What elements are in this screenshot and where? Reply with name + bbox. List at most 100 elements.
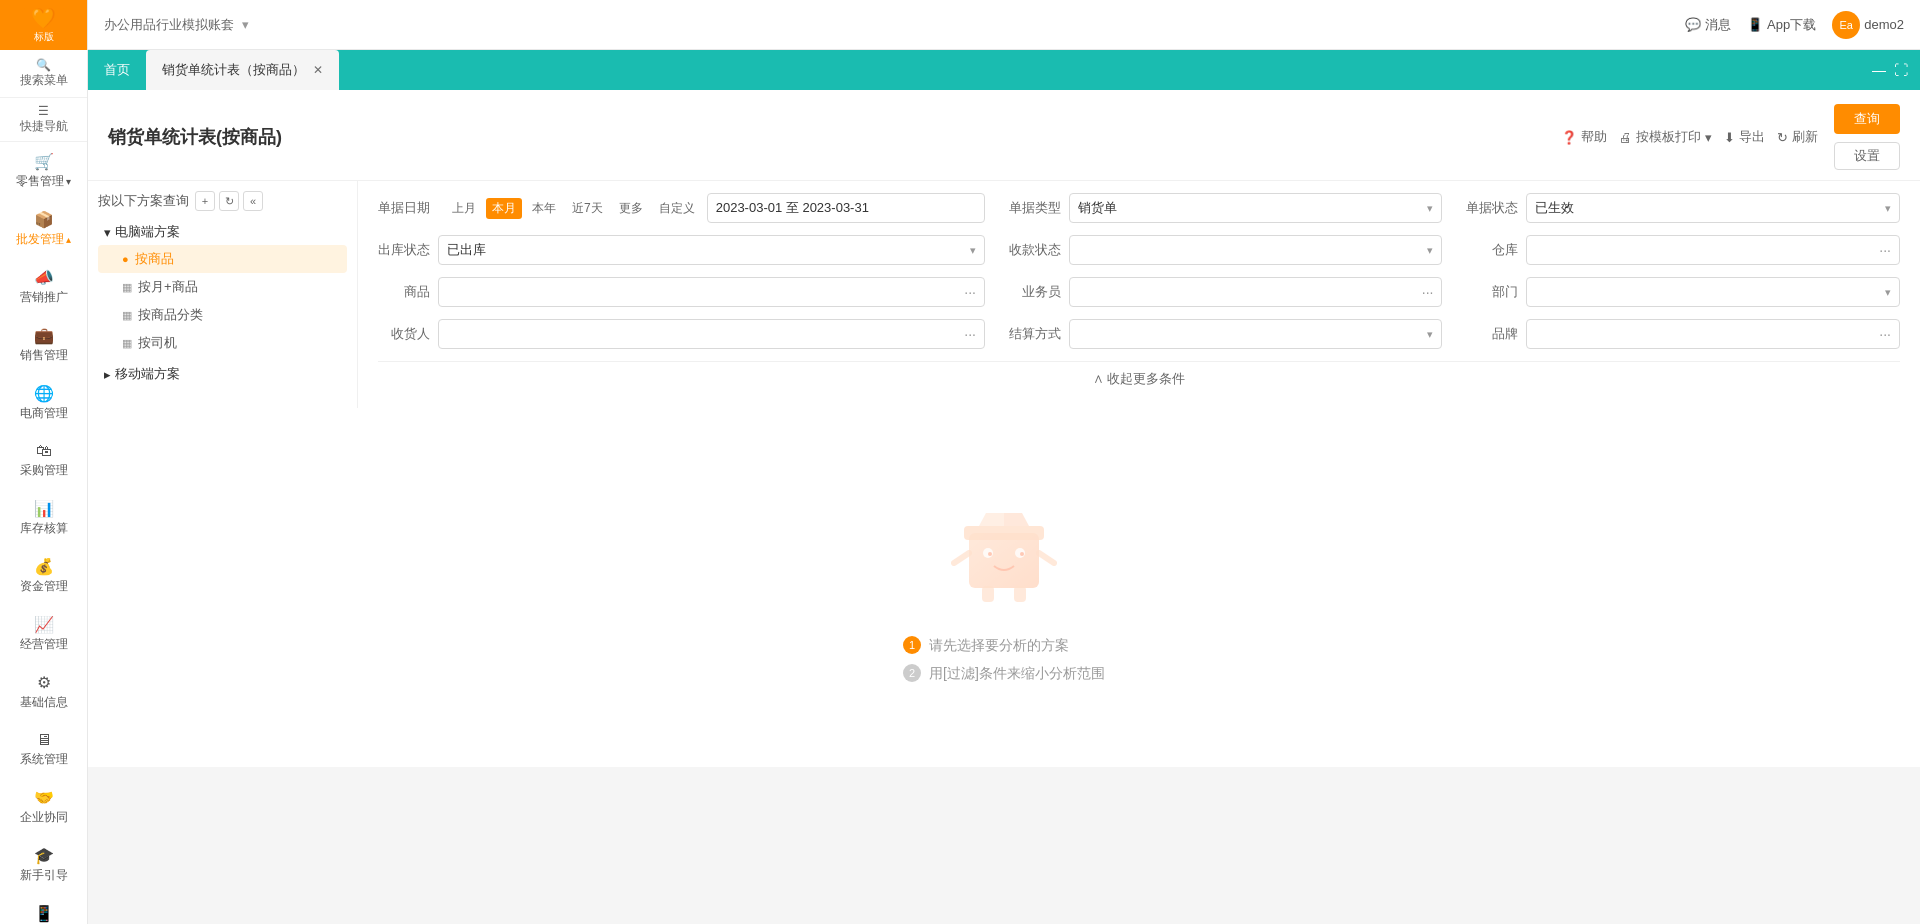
sidebar-item-marketing[interactable]: 📣 营销推广 [0, 258, 87, 316]
doc-type-chevron: ▾ [1427, 202, 1433, 215]
out-status-control[interactable]: 已出库 ▾ [438, 235, 985, 265]
scheme-panel: 按以下方案查询 + ↻ « [88, 181, 358, 408]
step-num-1: 1 [903, 636, 921, 654]
date-tab-custom[interactable]: 自定义 [653, 198, 701, 219]
salesperson-control[interactable]: ··· [1069, 277, 1443, 307]
receiver-dots[interactable]: ··· [964, 326, 976, 342]
collect-status-control[interactable]: ▾ [1069, 235, 1443, 265]
settlement-chevron: ▾ [1427, 328, 1433, 341]
scheme-add-btn[interactable]: + [195, 191, 215, 211]
date-range-control[interactable]: 2023-03-01 至 2023-03-31 [707, 193, 985, 223]
industry-dropdown-icon[interactable]: ▾ [242, 17, 249, 32]
receiver-control[interactable]: ··· [438, 319, 985, 349]
product-dots[interactable]: ··· [964, 284, 976, 300]
page-header: 销货单统计表(按商品) ❓ 帮助 🖨 按模板打印 ▾ ⬇ [88, 90, 1920, 181]
tree-item-by-month-product[interactable]: ▦ 按月+商品 [98, 273, 347, 301]
empty-icon [944, 488, 1064, 611]
filter-settlement: 结算方式 ▾ [1009, 319, 1443, 349]
sidebar-item-finance[interactable]: 💰 资金管理 [0, 547, 87, 605]
tabbar-maximize-icon[interactable]: ⛶ [1894, 62, 1908, 78]
svg-point-6 [988, 552, 992, 556]
salesperson-label: 业务员 [1009, 283, 1069, 301]
sidebar-item-basic[interactable]: ⚙ 基础信息 [0, 663, 87, 721]
app-logo: 🧡 标版 [0, 0, 87, 50]
sales-icon: 💼 [34, 326, 54, 345]
tree-item-by-printer[interactable]: ▦ 按司机 [98, 329, 347, 357]
page-title: 销货单统计表(按商品) [108, 125, 282, 149]
brand-dots[interactable]: ··· [1879, 326, 1891, 342]
export-btn[interactable]: ⬇ 导出 [1724, 128, 1765, 146]
sidebar-item-retail[interactable]: 🛒 零售管理 ▾ [0, 142, 87, 200]
doc-status-value: 已生效 [1535, 199, 1885, 217]
more-conditions-section: ∧ 收起更多条件 [378, 361, 1900, 396]
doc-status-label: 单据状态 [1466, 199, 1526, 217]
tab-sales-stat[interactable]: 销货单统计表（按商品） ✕ [146, 50, 339, 90]
user-profile[interactable]: Ea demo2 [1832, 11, 1904, 39]
filter-date: 单据日期 上月 本月 本年 近7天 更多 自定义 [378, 193, 985, 223]
sidebar-item-operation[interactable]: 📈 经营管理 [0, 605, 87, 663]
message-btn[interactable]: 💬 消息 [1685, 16, 1731, 34]
sidebar-item-sales[interactable]: 💼 销售管理 [0, 316, 87, 374]
date-tab-7days[interactable]: 近7天 [566, 198, 609, 219]
sidebar-item-system[interactable]: 🖥 系统管理 [0, 721, 87, 778]
scheme-refresh-btn[interactable]: ↻ [219, 191, 239, 211]
help-btn[interactable]: ❓ 帮助 [1561, 128, 1607, 146]
sidebar-search[interactable]: 🔍 搜索菜单 [0, 50, 87, 98]
date-tab-more[interactable]: 更多 [613, 198, 649, 219]
query-button[interactable]: 查询 [1834, 104, 1900, 134]
settings-button[interactable]: 设置 [1834, 142, 1900, 170]
date-tab-this-year[interactable]: 本年 [526, 198, 562, 219]
system-icon: 🖥 [36, 731, 52, 749]
salesperson-dots[interactable]: ··· [1422, 284, 1434, 300]
tab-home[interactable]: 首页 [88, 50, 146, 90]
brand-label: 品牌 [1466, 325, 1526, 343]
date-tab-this-month[interactable]: 本月 [486, 198, 522, 219]
collapse-conditions-btn[interactable]: ∧ 收起更多条件 [1093, 370, 1186, 388]
scheme-collapse-btn[interactable]: « [243, 191, 263, 211]
warehouse-control[interactable]: ··· [1526, 235, 1900, 265]
filter-salesperson: 业务员 ··· [1009, 277, 1443, 307]
date-tab-last-month[interactable]: 上月 [446, 198, 482, 219]
newbie-icon: 🎓 [34, 846, 54, 865]
sidebar-item-newbie[interactable]: 🎓 新手引导 [0, 836, 87, 894]
department-control[interactable]: ▾ [1526, 277, 1900, 307]
svg-marker-2 [979, 513, 1004, 526]
doc-status-control[interactable]: 已生效 ▾ [1526, 193, 1900, 223]
filter-warehouse: 仓库 ··· [1466, 235, 1900, 265]
warehouse-dots[interactable]: ··· [1879, 242, 1891, 258]
tabbar-minimize-icon[interactable]: — [1872, 62, 1886, 78]
tab-close-icon[interactable]: ✕ [313, 63, 323, 77]
tree-group-mobile-header[interactable]: ▸ 移动端方案 [98, 361, 347, 387]
brand-control[interactable]: ··· [1526, 319, 1900, 349]
message-icon: 💬 [1685, 17, 1701, 32]
tree-item-by-product[interactable]: ● 按商品 [98, 245, 347, 273]
sidebar-item-inventory[interactable]: 📊 库存核算 [0, 489, 87, 547]
print-dropdown-icon[interactable]: ▾ [1705, 130, 1712, 145]
page-actions: ❓ 帮助 🖨 按模板打印 ▾ ⬇ 导出 ↻ [1561, 128, 1818, 146]
sidebar-item-wholesale[interactable]: 📦 批发管理 ▴ [0, 200, 87, 258]
sidebar-quicknav[interactable]: ☰ 快捷导航 [0, 98, 87, 142]
settlement-control[interactable]: ▾ [1069, 319, 1443, 349]
empty-step-1-text: 请先选择要分析的方案 [929, 631, 1069, 659]
print-btn[interactable]: 🖨 按模板打印 ▾ [1619, 128, 1712, 146]
product-control[interactable]: ··· [438, 277, 985, 307]
refresh-btn[interactable]: ↻ 刷新 [1777, 128, 1818, 146]
tree-group-pc-header[interactable]: ▾ 电脑端方案 [98, 219, 347, 245]
filter-product: 商品 ··· [378, 277, 985, 307]
sidebar-item-enterprise[interactable]: 🤝 企业协同 [0, 778, 87, 836]
warehouse-label: 仓库 [1466, 241, 1526, 259]
sidebar-item-purchase[interactable]: 🛍 采购管理 [0, 432, 87, 489]
filter-out-status: 出库状态 已出库 ▾ [378, 235, 985, 265]
topbar-left: 办公用品行业模拟账套 ▾ [104, 16, 249, 34]
tree-item-by-category[interactable]: ▦ 按商品分类 [98, 301, 347, 329]
content-inner: 销货单统计表(按商品) ❓ 帮助 🖨 按模板打印 ▾ ⬇ [88, 90, 1920, 767]
print-icon: 🖨 [1619, 130, 1632, 145]
empty-steps: 1 请先选择要分析的方案 2 用[过滤]条件来缩小分析范围 [903, 631, 1105, 687]
nav-icon: ☰ [38, 104, 49, 118]
sidebar-item-ecommerce[interactable]: 🌐 电商管理 [0, 374, 87, 432]
app-download-btn[interactable]: 📱 App下载 [1747, 16, 1816, 34]
topbar: 办公用品行业模拟账套 ▾ 💬 消息 📱 App下载 Ea demo2 [88, 0, 1920, 50]
filter-department: 部门 ▾ [1466, 277, 1900, 307]
doc-type-control[interactable]: 销货单 ▾ [1069, 193, 1443, 223]
sidebar-item-appcenter[interactable]: 📱 应用中心 [0, 894, 87, 924]
